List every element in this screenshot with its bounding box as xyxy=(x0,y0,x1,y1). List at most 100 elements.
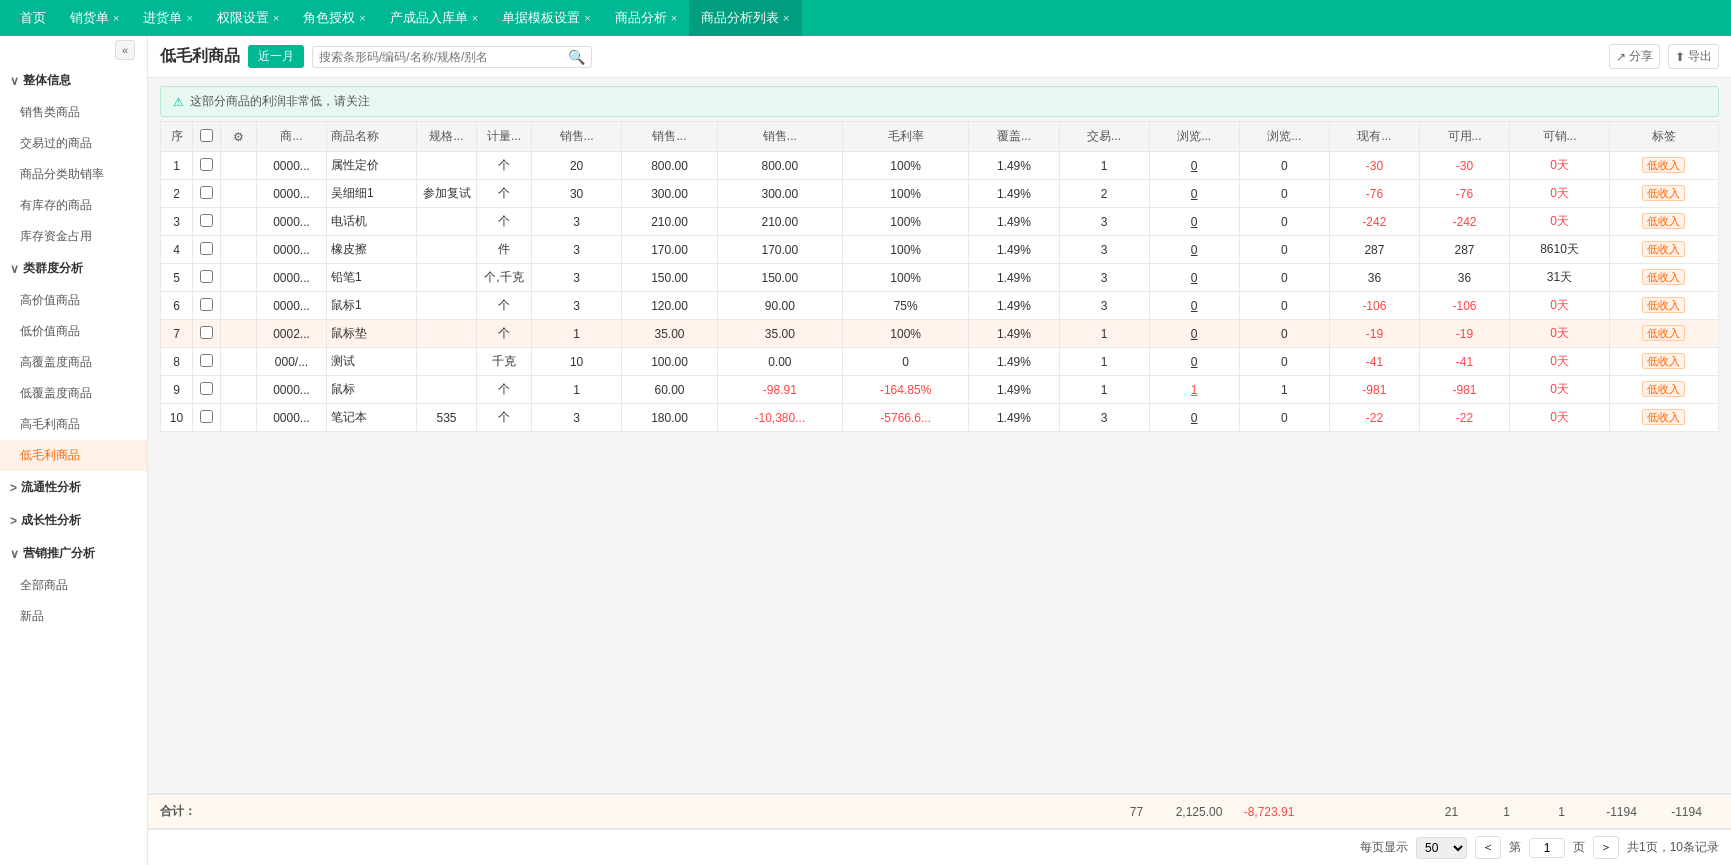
cell-coverage: 1.49% xyxy=(969,180,1059,208)
row-checkbox[interactable] xyxy=(200,270,213,283)
nav-item-商品分析列表[interactable]: 商品分析列表× xyxy=(689,0,801,36)
cell-saleable_days: 0天 xyxy=(1510,348,1610,376)
time-filter-button[interactable]: 近一月 xyxy=(248,45,304,68)
sidebar-group-类群度分析[interactable]: ∨类群度分析 xyxy=(0,252,147,285)
row-checkbox[interactable] xyxy=(200,158,213,171)
sidebar-item-销售类商品[interactable]: 销售类商品 xyxy=(0,97,147,128)
col-header-browse1[interactable]: 浏览... xyxy=(1149,122,1239,152)
sidebar-group-整体信息[interactable]: ∨整体信息 xyxy=(0,64,147,97)
nav-close-icon[interactable]: × xyxy=(472,12,478,24)
browse-link[interactable]: 1 xyxy=(1191,383,1198,397)
col-header-trade_count[interactable]: 交易... xyxy=(1059,122,1149,152)
col-header-usable_stock[interactable]: 可用... xyxy=(1419,122,1509,152)
browse-link[interactable]: 0 xyxy=(1191,187,1198,201)
nav-close-icon[interactable]: × xyxy=(359,12,365,24)
col-header-sale_amount[interactable]: 销售... xyxy=(717,122,842,152)
browse-link[interactable]: 0 xyxy=(1191,271,1198,285)
sidebar-item-低价值商品[interactable]: 低价值商品 xyxy=(0,316,147,347)
select-all-checkbox[interactable] xyxy=(200,129,213,142)
cell-sale_amount: 300.00 xyxy=(717,180,842,208)
col-header-code[interactable]: 商... xyxy=(257,122,327,152)
sidebar-item-高毛利商品[interactable]: 高毛利商品 xyxy=(0,409,147,440)
sidebar-item-高价值商品[interactable]: 高价值商品 xyxy=(0,285,147,316)
cell-code: 0000... xyxy=(257,236,327,264)
col-header-sale_count[interactable]: 销售... xyxy=(532,122,622,152)
prev-page-button[interactable]: ＜ xyxy=(1475,836,1501,859)
sidebar-item-低覆盖度商品[interactable]: 低覆盖度商品 xyxy=(0,378,147,409)
row-checkbox[interactable] xyxy=(200,186,213,199)
sidebar-group-成长性分析[interactable]: >成长性分析 xyxy=(0,504,147,537)
cell-unit: 个 xyxy=(477,376,532,404)
table-container[interactable]: 序⚙商...商品名称规格...计量...销售...销售...销售...毛利率覆盖… xyxy=(160,121,1719,793)
nav-item-单据模板设置[interactable]: 单据模板设置× xyxy=(490,0,602,36)
nav-item-产成品入库单[interactable]: 产成品入库单× xyxy=(378,0,490,36)
cell-name: 鼠标垫 xyxy=(327,320,417,348)
cell-gross_margin: 75% xyxy=(842,292,968,320)
nav-item-首页[interactable]: 首页 xyxy=(8,0,58,36)
col-header-gross_margin[interactable]: 毛利率 xyxy=(842,122,968,152)
col-header-sale_price[interactable]: 销售... xyxy=(622,122,718,152)
sidebar-item-库存资金占用[interactable]: 库存资金占用 xyxy=(0,221,147,252)
nav-close-icon[interactable]: × xyxy=(273,12,279,24)
page-number-input[interactable] xyxy=(1529,838,1565,858)
sidebar-item-新品[interactable]: 新品 xyxy=(0,601,147,632)
cell-sale_count: 30 xyxy=(532,180,622,208)
nav-item-权限设置[interactable]: 权限设置× xyxy=(205,0,291,36)
amount-value: 800.00 xyxy=(762,159,799,173)
footer-total: 合计： 77 2,125.00 -8,723.91 21 1 1 -1194 -… xyxy=(148,793,1731,829)
nav-close-icon[interactable]: × xyxy=(584,12,590,24)
export-button[interactable]: ⬆ 导出 xyxy=(1668,44,1719,69)
cell-trade_count: 3 xyxy=(1059,208,1149,236)
browse-link[interactable]: 0 xyxy=(1191,411,1198,425)
row-checkbox[interactable] xyxy=(200,410,213,423)
sidebar-group-营销推广分析[interactable]: ∨营销推广分析 xyxy=(0,537,147,570)
row-checkbox[interactable] xyxy=(200,298,213,311)
cell-current_stock: -41 xyxy=(1329,348,1419,376)
sidebar-item-低毛利商品[interactable]: 低毛利商品 xyxy=(0,440,147,471)
cell-tag: 低收入 xyxy=(1609,208,1718,236)
col-header-unit[interactable]: 计量... xyxy=(477,122,532,152)
search-input[interactable] xyxy=(319,50,568,64)
col-header-current_stock[interactable]: 现有... xyxy=(1329,122,1419,152)
row-checkbox[interactable] xyxy=(200,354,213,367)
browse-link[interactable]: 0 xyxy=(1191,327,1198,341)
row-checkbox[interactable] xyxy=(200,382,213,395)
col-header-tag[interactable]: 标签 xyxy=(1609,122,1718,152)
browse-link[interactable]: 0 xyxy=(1191,355,1198,369)
sidebar-item-全部商品[interactable]: 全部商品 xyxy=(0,570,147,601)
next-page-button[interactable]: ＞ xyxy=(1593,836,1619,859)
row-checkbox[interactable] xyxy=(200,242,213,255)
nav-close-icon[interactable]: × xyxy=(783,12,789,24)
browse-link[interactable]: 0 xyxy=(1191,215,1198,229)
browse-link[interactable]: 0 xyxy=(1191,243,1198,257)
cell-browse1: 0 xyxy=(1149,348,1239,376)
nav-item-进货单[interactable]: 进货单× xyxy=(131,0,204,36)
browse-link[interactable]: 0 xyxy=(1191,159,1198,173)
sidebar-item-有库存的商品[interactable]: 有库存的商品 xyxy=(0,190,147,221)
stock-value: -242 xyxy=(1452,215,1476,229)
sidebar-item-商品分类助销率[interactable]: 商品分类助销率 xyxy=(0,159,147,190)
sidebar-item-交易过的商品[interactable]: 交易过的商品 xyxy=(0,128,147,159)
nav-item-角色授权[interactable]: 角色授权× xyxy=(291,0,377,36)
cell-code: 0000... xyxy=(257,180,327,208)
per-page-select[interactable]: 50 100 200 xyxy=(1416,837,1467,859)
days-value: 0天 xyxy=(1550,354,1569,368)
settings-icon[interactable]: ⚙ xyxy=(233,130,244,144)
nav-close-icon[interactable]: × xyxy=(186,12,192,24)
nav-item-商品分析[interactable]: 商品分析× xyxy=(603,0,689,36)
nav-close-icon[interactable]: × xyxy=(113,12,119,24)
nav-item-销货单[interactable]: 销货单× xyxy=(58,0,131,36)
share-button[interactable]: ↗ 分享 xyxy=(1609,44,1660,69)
nav-close-icon[interactable]: × xyxy=(671,12,677,24)
col-header-browse2[interactable]: 浏览... xyxy=(1239,122,1329,152)
sidebar-collapse-button[interactable]: « xyxy=(115,40,135,60)
row-checkbox[interactable] xyxy=(200,326,213,339)
col-header-coverage[interactable]: 覆盖... xyxy=(969,122,1059,152)
sidebar-item-高覆盖度商品[interactable]: 高覆盖度商品 xyxy=(0,347,147,378)
sidebar-group-流通性分析[interactable]: >流通性分析 xyxy=(0,471,147,504)
col-header-spec[interactable]: 规格... xyxy=(417,122,477,152)
col-header-saleable_days[interactable]: 可销... xyxy=(1510,122,1610,152)
cell-code: 0002... xyxy=(257,320,327,348)
browse-link[interactable]: 0 xyxy=(1191,299,1198,313)
row-checkbox[interactable] xyxy=(200,214,213,227)
